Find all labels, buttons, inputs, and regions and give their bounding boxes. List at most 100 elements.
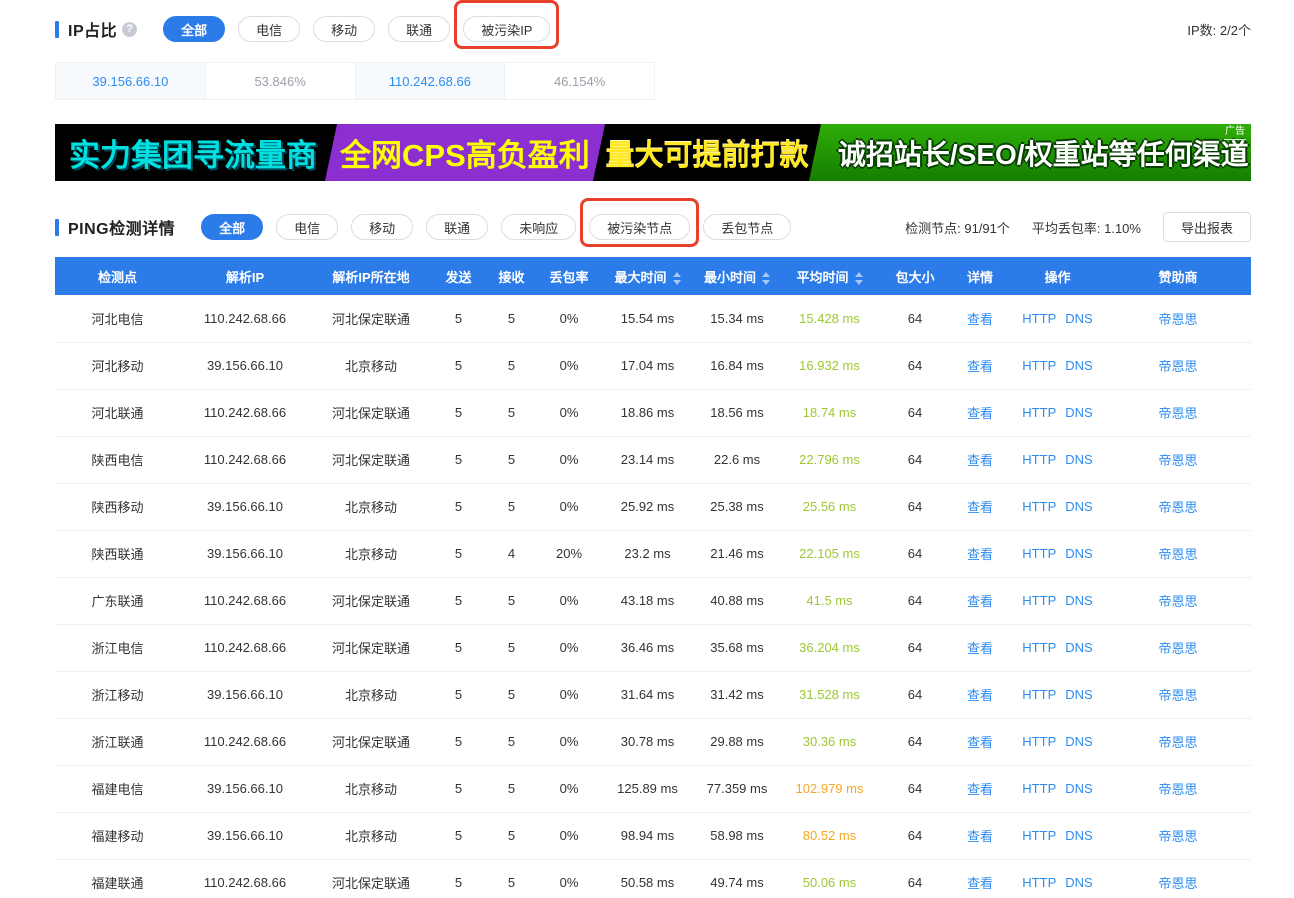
ping-tab-1[interactable]: 电信 (276, 214, 339, 240)
banner-segment-3[interactable]: 诚招站长/SEO/权重站等任何渠道 (808, 124, 1251, 181)
view-link[interactable]: 查看 (967, 829, 993, 844)
http-link[interactable]: HTTP (1022, 499, 1056, 514)
sent-cell: 5 (432, 342, 485, 390)
view-link[interactable]: 查看 (967, 453, 993, 468)
http-link[interactable]: HTTP (1022, 452, 1056, 467)
detail-cell: 查看 (950, 389, 1010, 437)
view-link[interactable]: 查看 (967, 359, 993, 374)
max-time-cell: 23.14 ms (600, 436, 695, 484)
ip-value-1[interactable]: 110.242.68.66 (355, 63, 506, 99)
http-link[interactable]: HTTP (1022, 311, 1056, 326)
min-time-cell: 58.98 ms (695, 812, 779, 860)
sponsor-link[interactable]: 帝恩思 (1158, 359, 1197, 374)
view-link[interactable]: 查看 (967, 594, 993, 609)
sponsor-link[interactable]: 帝恩思 (1158, 500, 1197, 515)
dns-link[interactable]: DNS (1065, 405, 1092, 420)
http-link[interactable]: HTTP (1022, 875, 1056, 890)
ip-tab-1[interactable]: 电信 (238, 16, 301, 42)
sort-icon[interactable] (762, 271, 770, 285)
banner-segment-1[interactable]: 全网CPS高负盈利 (324, 124, 606, 181)
view-link[interactable]: 查看 (967, 500, 993, 515)
dns-link[interactable]: DNS (1065, 546, 1092, 561)
sponsor-link[interactable]: 帝恩思 (1158, 782, 1197, 797)
ip-tab-4[interactable]: 被污染IP (463, 16, 551, 42)
node-cell: 浙江电信 (55, 624, 180, 672)
ip-tab-3[interactable]: 联通 (388, 16, 451, 42)
ad-banner[interactable]: 广告 实力集团寻流量商 全网CPS高负盈利 量大可提前打款 诚招站长/SEO/权重站等… (55, 124, 1251, 181)
http-link[interactable]: HTTP (1022, 781, 1056, 796)
view-link[interactable]: 查看 (967, 735, 993, 750)
sponsor-link[interactable]: 帝恩思 (1158, 735, 1197, 750)
dns-link[interactable]: DNS (1065, 640, 1092, 655)
dns-link[interactable]: DNS (1065, 499, 1092, 514)
sponsor-link[interactable]: 帝恩思 (1158, 876, 1197, 891)
http-link[interactable]: HTTP (1022, 687, 1056, 702)
view-link[interactable]: 查看 (967, 876, 993, 891)
ping-tab-4[interactable]: 未响应 (501, 214, 577, 240)
http-link[interactable]: HTTP (1022, 405, 1056, 420)
sponsor-link[interactable]: 帝恩思 (1158, 641, 1197, 656)
http-link[interactable]: HTTP (1022, 828, 1056, 843)
dns-link[interactable]: DNS (1065, 311, 1092, 326)
col-header-10: 详情 (950, 257, 1010, 295)
detail-cell: 查看 (950, 295, 1010, 343)
packet-size-cell: 64 (880, 530, 950, 578)
sponsor-link[interactable]: 帝恩思 (1158, 829, 1197, 844)
sponsor-link[interactable]: 帝恩思 (1158, 688, 1197, 703)
ping-tab-2[interactable]: 移动 (351, 214, 414, 240)
sponsor-link[interactable]: 帝恩思 (1158, 312, 1197, 327)
ip-value-0[interactable]: 39.156.66.10 (56, 63, 206, 99)
ping-tab-5[interactable]: 被污染节点 (589, 214, 691, 240)
ip-tab-0[interactable]: 全部 (163, 16, 226, 42)
col-header-6[interactable]: 最大时间 (600, 257, 695, 295)
dns-link[interactable]: DNS (1065, 828, 1092, 843)
sort-icon[interactable] (854, 271, 863, 285)
dns-link[interactable]: DNS (1065, 593, 1092, 608)
ops-cell: HTTP DNS (1010, 577, 1105, 625)
node-cell: 福建电信 (55, 765, 180, 813)
banner-segment-2[interactable]: 量大可提前打款 (599, 124, 815, 181)
packet-size-cell: 64 (880, 295, 950, 343)
http-link[interactable]: HTTP (1022, 640, 1056, 655)
col-header-8[interactable]: 平均时间 (779, 257, 880, 295)
sponsor-link[interactable]: 帝恩思 (1158, 547, 1197, 562)
sort-icon[interactable] (672, 271, 681, 285)
col-header-2: 解析IP所在地 (310, 257, 432, 295)
banner-segment-0[interactable]: 实力集团寻流量商 (55, 124, 331, 181)
col-header-7[interactable]: 最小时间 (695, 257, 779, 295)
dns-link[interactable]: DNS (1065, 358, 1092, 373)
http-link[interactable]: HTTP (1022, 734, 1056, 749)
export-report-button[interactable]: 导出报表 (1162, 212, 1251, 242)
dns-link[interactable]: DNS (1065, 875, 1092, 890)
ping-stat-0: 检测节点: 91/91个 (905, 220, 1010, 236)
table-row-12: 福建联通 110.242.68.66 河北保定联通 5 5 0% 50.58 ms 49.74… (55, 859, 1251, 898)
dns-link[interactable]: DNS (1065, 687, 1092, 702)
view-link[interactable]: 查看 (967, 547, 993, 562)
help-icon[interactable]: ? (122, 21, 138, 37)
dns-link[interactable]: DNS (1065, 734, 1092, 749)
http-link[interactable]: HTTP (1022, 546, 1056, 561)
resolved-ip-cell: 110.242.68.66 (180, 624, 310, 672)
ping-tab-3[interactable]: 联通 (426, 214, 489, 240)
banner-segment-text-0: 实力集团寻流量商 (69, 138, 317, 173)
http-link[interactable]: HTTP (1022, 358, 1056, 373)
dns-link[interactable]: DNS (1065, 452, 1092, 467)
http-link[interactable]: HTTP (1022, 593, 1056, 608)
ip-tab-2[interactable]: 移动 (313, 16, 376, 42)
view-link[interactable]: 查看 (967, 688, 993, 703)
min-time-cell: 29.88 ms (695, 718, 779, 766)
ip-distribution-bar: 39.156.66.10 53.846% 110.242.68.66 46.154% (55, 62, 655, 100)
detail-cell: 查看 (950, 530, 1010, 578)
ping-tab-0[interactable]: 全部 (201, 214, 264, 240)
view-link[interactable]: 查看 (967, 312, 993, 327)
view-link[interactable]: 查看 (967, 406, 993, 421)
sponsor-link[interactable]: 帝恩思 (1158, 406, 1197, 421)
sponsor-link[interactable]: 帝恩思 (1158, 453, 1197, 468)
view-link[interactable]: 查看 (967, 641, 993, 656)
dns-link[interactable]: DNS (1065, 781, 1092, 796)
ping-tab-6[interactable]: 丢包节点 (703, 214, 792, 240)
view-link[interactable]: 查看 (967, 782, 993, 797)
ops-cell: HTTP DNS (1010, 812, 1105, 860)
ops-cell: HTTP DNS (1010, 342, 1105, 390)
sponsor-link[interactable]: 帝恩思 (1158, 594, 1197, 609)
